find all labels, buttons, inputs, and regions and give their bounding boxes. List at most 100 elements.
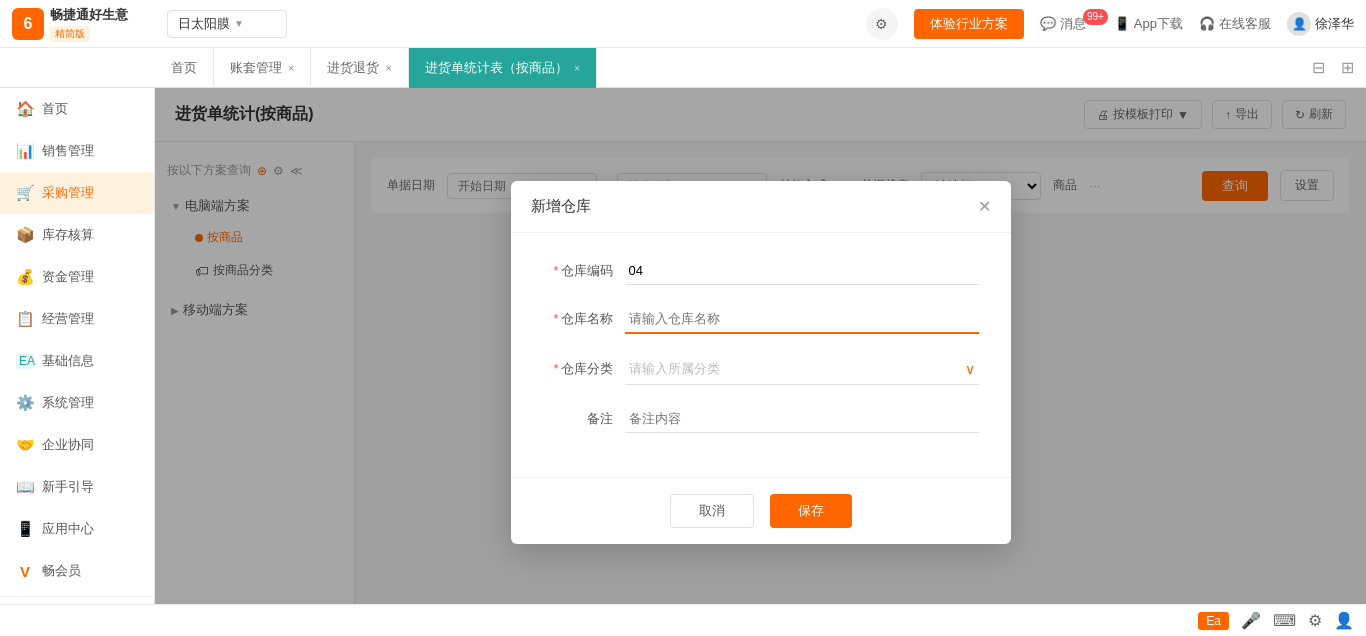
sidebar-item-enterprise[interactable]: 🤝 企业协同 [0, 424, 154, 466]
sidebar-operations-label: 经营管理 [42, 310, 94, 328]
guide-icon: 📖 [16, 478, 34, 496]
trial-button[interactable]: 体验行业方案 [914, 9, 1024, 39]
header-actions: ⚙ 体验行业方案 💬 消息 99+ 📱 App下载 🎧 在线客服 👤 徐泽华 [866, 8, 1354, 40]
warehouse-category-select[interactable]: 请输入所属分类 ∨ [625, 354, 979, 385]
messages-button[interactable]: 💬 消息 99+ [1040, 15, 1098, 33]
sidebar: 🏠 首页 📊 销售管理 🛒 采购管理 📦 库存核算 💰 资金管理 📋 经营管理 … [0, 88, 155, 636]
bottom-keyboard-icon[interactable]: ⌨ [1273, 611, 1296, 630]
form-row-category: 仓库分类 请输入所属分类 ∨ [543, 354, 979, 385]
store-selector[interactable]: 日太阳膜 ▼ [167, 10, 287, 38]
tab-purchase-stats[interactable]: 进货单统计表（按商品） × [409, 48, 597, 88]
tab-home[interactable]: 首页 [155, 48, 214, 88]
sidebar-basic-info-label: 基础信息 [42, 352, 94, 370]
sidebar-item-sales[interactable]: 📊 销售管理 [0, 130, 154, 172]
name-label: 仓库名称 [543, 310, 613, 328]
inventory-icon: 📦 [16, 226, 34, 244]
modal-overlay: 新增仓库 ✕ 仓库编码 仓库名称 仓库分类 [155, 88, 1366, 636]
tab-account-close[interactable]: × [288, 62, 294, 74]
message-icon: 💬 [1040, 16, 1056, 31]
store-dropdown-icon: ▼ [234, 18, 244, 29]
sidebar-item-apps[interactable]: 📱 应用中心 [0, 508, 154, 550]
modal-header: 新增仓库 ✕ [511, 181, 1011, 233]
category-label: 仓库分类 [543, 360, 613, 378]
warehouse-code-input[interactable] [625, 257, 979, 285]
category-placeholder: 请输入所属分类 [629, 360, 720, 378]
operations-icon: 📋 [16, 310, 34, 328]
tab-purchase-return-close[interactable]: × [385, 62, 391, 74]
sidebar-item-vip[interactable]: V 畅会员 [0, 550, 154, 592]
tab-purchase-return[interactable]: 进货退货 × [311, 48, 408, 88]
modal-close-button[interactable]: ✕ [978, 197, 991, 216]
username-label: 徐泽华 [1315, 15, 1354, 33]
logo-area: 6 畅捷通好生意 精简版 [12, 6, 167, 42]
warehouse-name-input[interactable] [625, 305, 979, 334]
home-icon: 🏠 [16, 100, 34, 118]
sidebar-item-inventory[interactable]: 📦 库存核算 [0, 214, 154, 256]
tab-account-label: 账套管理 [230, 59, 282, 77]
sidebar-purchase-label: 采购管理 [42, 184, 94, 202]
save-button[interactable]: 保存 [770, 494, 852, 528]
tab-account[interactable]: 账套管理 × [214, 48, 311, 88]
bottom-microphone-icon[interactable]: 🎤 [1241, 611, 1261, 630]
form-row-note: 备注 [543, 405, 979, 433]
form-row-code: 仓库编码 [543, 257, 979, 285]
modal-body: 仓库编码 仓库名称 仓库分类 请输入所属分类 ∨ [511, 233, 1011, 477]
code-label: 仓库编码 [543, 262, 613, 280]
sidebar-item-home[interactable]: 🏠 首页 [0, 88, 154, 130]
sidebar-item-purchase[interactable]: 🛒 采购管理 [0, 172, 154, 214]
cancel-button[interactable]: 取消 [670, 494, 754, 528]
app-download-label: App下载 [1134, 15, 1183, 33]
logo-icon: 6 [12, 8, 44, 40]
phone-icon: 📱 [1114, 16, 1130, 31]
new-warehouse-modal: 新增仓库 ✕ 仓库编码 仓库名称 仓库分类 [511, 181, 1011, 544]
sidebar-sales-label: 销售管理 [42, 142, 94, 160]
online-service-button[interactable]: 🎧 在线客服 [1199, 15, 1271, 33]
sidebar-home-label: 首页 [42, 100, 68, 118]
sales-icon: 📊 [16, 142, 34, 160]
bottom-user-icon[interactable]: 👤 [1334, 611, 1354, 630]
sidebar-item-system[interactable]: ⚙️ 系统管理 [0, 382, 154, 424]
tab-expand-icon[interactable]: ⊞ [1337, 54, 1358, 81]
warehouse-note-input[interactable] [625, 405, 979, 433]
content-area: 进货单统计(按商品) 🖨 按模板打印 ▼ ↑ 导出 ↻ 刷新 [155, 88, 1366, 636]
tab-home-label: 首页 [171, 59, 197, 77]
sidebar-item-finance[interactable]: 💰 资金管理 [0, 256, 154, 298]
user-area[interactable]: 👤 徐泽华 [1287, 12, 1354, 36]
finance-icon: 💰 [16, 268, 34, 286]
sidebar-inventory-label: 库存核算 [42, 226, 94, 244]
tab-purchase-stats-close[interactable]: × [574, 62, 580, 74]
vip-icon: V [16, 563, 34, 580]
sidebar-finance-label: 资金管理 [42, 268, 94, 286]
tab-extra-actions: ⊟ ⊞ [1308, 54, 1366, 81]
app-download-button[interactable]: 📱 App下载 [1114, 15, 1183, 33]
form-row-name: 仓库名称 [543, 305, 979, 334]
tab-purchase-stats-label: 进货单统计表（按商品） [425, 59, 568, 77]
logo-text-area: 畅捷通好生意 精简版 [50, 6, 128, 42]
store-name: 日太阳膜 [178, 15, 230, 33]
sidebar-vip-label: 畅会员 [42, 562, 81, 580]
tab-purchase-return-label: 进货退货 [327, 59, 379, 77]
bottom-settings-icon[interactable]: ⚙ [1308, 611, 1322, 630]
headset-icon: 🎧 [1199, 16, 1215, 31]
sidebar-item-operations[interactable]: 📋 经营管理 [0, 298, 154, 340]
settings-button[interactable]: ⚙ [866, 8, 898, 40]
ea-label: Ea [1198, 612, 1229, 630]
sidebar-item-basic-info[interactable]: EA 基础信息 [0, 340, 154, 382]
top-header: 6 畅捷通好生意 精简版 日太阳膜 ▼ ⚙ 体验行业方案 💬 消息 99+ 📱 … [0, 0, 1366, 48]
sidebar-item-guide[interactable]: 📖 新手引导 [0, 466, 154, 508]
sidebar-guide-label: 新手引导 [42, 478, 94, 496]
sidebar-system-label: 系统管理 [42, 394, 94, 412]
system-icon: ⚙️ [16, 394, 34, 412]
messages-label: 消息 [1060, 15, 1086, 33]
enterprise-icon: 🤝 [16, 436, 34, 454]
logo-badge: 精简版 [50, 26, 90, 42]
tab-minimize-icon[interactable]: ⊟ [1308, 54, 1329, 81]
messages-badge: 99+ [1083, 9, 1108, 25]
user-avatar: 👤 [1287, 12, 1311, 36]
bottom-status-bar: Ea 🎤 ⌨ ⚙ 👤 [0, 604, 1366, 636]
purchase-icon: 🛒 [16, 184, 34, 202]
category-dropdown-icon: ∨ [965, 361, 975, 377]
basic-info-icon: EA [16, 353, 34, 369]
sidebar-enterprise-label: 企业协同 [42, 436, 94, 454]
sidebar-apps-label: 应用中心 [42, 520, 94, 538]
